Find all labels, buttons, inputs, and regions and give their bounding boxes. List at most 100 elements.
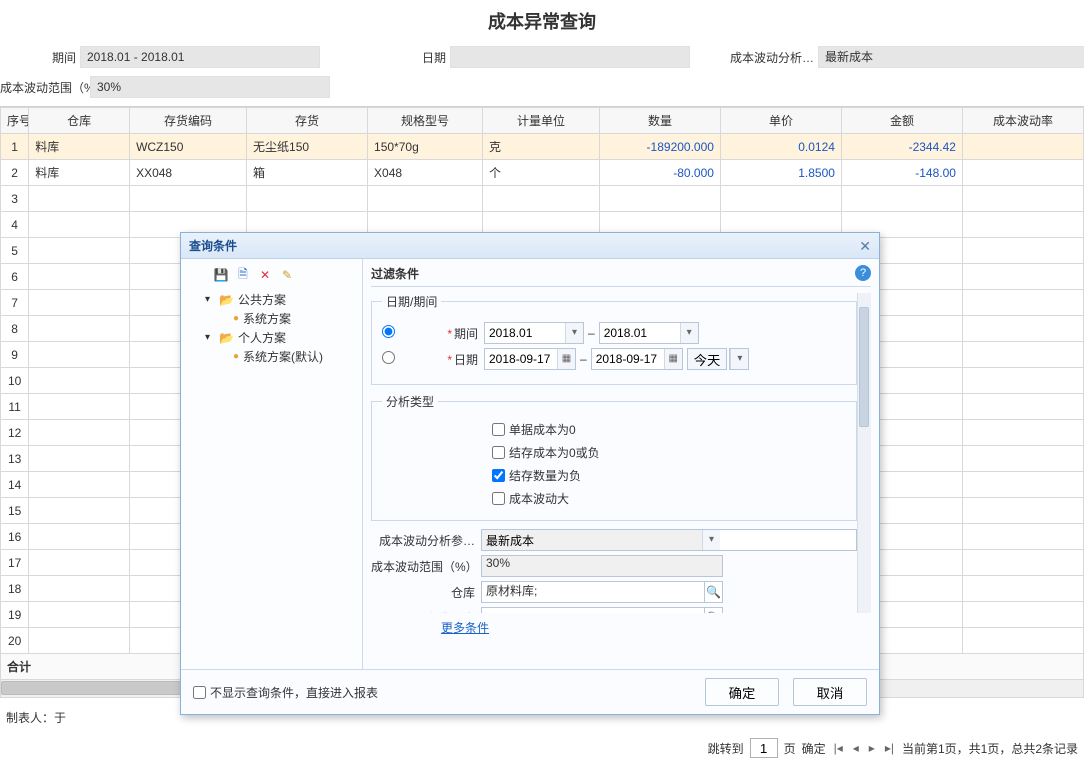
more-conditions-link[interactable]: 更多条件 xyxy=(441,619,489,636)
chevron-down-icon[interactable]: ▾ xyxy=(730,349,748,369)
fieldset-type-legend: 分析类型 xyxy=(382,393,438,410)
col-header[interactable]: 成本波动率 xyxy=(962,108,1083,134)
vertical-scrollbar[interactable] xyxy=(857,293,871,613)
cell: -148.00 xyxy=(841,160,962,186)
cell: WCZ150 xyxy=(130,134,247,160)
cell xyxy=(962,368,1083,394)
cell xyxy=(962,602,1083,628)
lookup-icon[interactable]: 🔍 xyxy=(705,581,723,603)
cell: 15 xyxy=(1,498,29,524)
cell xyxy=(29,628,130,654)
cell: 9 xyxy=(1,342,29,368)
date-field xyxy=(450,46,690,68)
cell xyxy=(29,602,130,628)
chk-doc-zero[interactable] xyxy=(492,423,505,436)
chevron-down-icon[interactable]: ▾ xyxy=(702,530,720,550)
range2-input[interactable]: 30% xyxy=(481,555,723,577)
skip-checkbox[interactable] xyxy=(193,686,206,699)
cell: 7 xyxy=(1,290,29,316)
chk-fluct[interactable] xyxy=(492,492,505,505)
col-header[interactable]: 计量单位 xyxy=(482,108,599,134)
chk-fluct-label: 成本波动大 xyxy=(509,490,569,507)
last-page-icon[interactable]: ▸| xyxy=(883,741,896,755)
cell xyxy=(29,524,130,550)
chevron-down-icon[interactable]: ▾ xyxy=(680,323,698,343)
chevron-down-icon[interactable]: ▾ xyxy=(565,323,583,343)
col-header[interactable]: 仓库 xyxy=(29,108,130,134)
period-lbl: 期间 xyxy=(454,327,478,341)
cell xyxy=(29,394,130,420)
prev-page-icon[interactable]: ◂ xyxy=(851,741,861,755)
col-header[interactable]: 规格型号 xyxy=(368,108,483,134)
cell xyxy=(962,550,1083,576)
cancel-button[interactable]: 取消 xyxy=(793,678,867,706)
date-from-input[interactable] xyxy=(485,349,557,369)
cell xyxy=(962,524,1083,550)
next-page-icon[interactable]: ▸ xyxy=(867,741,877,755)
wh-input[interactable]: 原材料库; xyxy=(481,581,705,603)
goto-confirm[interactable]: 确定 xyxy=(802,740,826,757)
table-row[interactable]: 1料库WCZ150无尘纸150150*70g克-189200.0000.0124… xyxy=(1,134,1084,160)
cell xyxy=(29,186,130,212)
help-icon[interactable]: ? xyxy=(855,265,871,281)
goto-label: 跳转到 xyxy=(708,740,744,757)
filter-tab[interactable]: 过滤条件 xyxy=(371,265,419,282)
calendar-icon[interactable]: ▦ xyxy=(557,349,575,369)
cat-input[interactable] xyxy=(481,607,705,613)
fieldset-date-legend: 日期/期间 xyxy=(382,293,441,310)
cell: 17 xyxy=(1,550,29,576)
delete-icon[interactable]: ✕ xyxy=(257,267,273,283)
col-header[interactable]: 序号 xyxy=(1,108,29,134)
ok-button[interactable]: 确定 xyxy=(705,678,779,706)
today-button[interactable]: 今天 xyxy=(687,348,728,370)
chk-bal-zero[interactable] xyxy=(492,446,505,459)
scheme-tree-panel: 💾 🗎 ✕ ✎ ▾ 📂 公共方案 ● 系统方案 ▾ 📂 个人方案 xyxy=(181,259,363,669)
fieldset-type: 分析类型 单据成本为0 结存成本为0或负 结存数量为负 成本波动大 xyxy=(371,393,857,521)
calendar-icon[interactable]: ▦ xyxy=(664,349,682,369)
tree-public-leaf[interactable]: ● 系统方案 xyxy=(193,310,358,327)
col-header[interactable]: 存货 xyxy=(247,108,368,134)
param-input[interactable] xyxy=(482,530,702,550)
cell: 0.0124 xyxy=(720,134,841,160)
cell: 5 xyxy=(1,238,29,264)
wh-label: 仓库 xyxy=(371,584,481,601)
tree-personal-leaf[interactable]: ● 系统方案(默认) xyxy=(193,348,358,365)
goto-input[interactable] xyxy=(750,738,778,758)
cell xyxy=(962,576,1083,602)
cell xyxy=(29,264,130,290)
cell xyxy=(962,134,1083,160)
analysis-field: 最新成本 xyxy=(818,46,1084,68)
tree-personal-leaf-label: 系统方案(默认) xyxy=(243,348,323,365)
tree-personal[interactable]: ▾ 📂 个人方案 xyxy=(193,327,358,348)
date-radio[interactable] xyxy=(382,351,395,364)
table-row[interactable]: 3 xyxy=(1,186,1084,212)
cell xyxy=(29,290,130,316)
cell: 16 xyxy=(1,524,29,550)
tree-public[interactable]: ▾ 📂 公共方案 xyxy=(193,289,358,310)
edit-icon[interactable]: ✎ xyxy=(279,267,295,283)
cell xyxy=(962,342,1083,368)
close-icon[interactable]: ✕ xyxy=(859,233,871,258)
col-header[interactable]: 数量 xyxy=(599,108,720,134)
period-to-input[interactable] xyxy=(600,323,680,343)
skip-label: 不显示查询条件，直接进入报表 xyxy=(210,684,378,701)
chk-qty-neg-label: 结存数量为负 xyxy=(509,467,581,484)
cell: 20 xyxy=(1,628,29,654)
period-radio[interactable] xyxy=(382,325,395,338)
collapse-icon[interactable]: ▾ xyxy=(205,294,215,305)
col-header[interactable]: 单价 xyxy=(720,108,841,134)
period-from-input[interactable] xyxy=(485,323,565,343)
saveas-icon[interactable]: 🗎 xyxy=(235,267,251,283)
col-header[interactable]: 金额 xyxy=(841,108,962,134)
cell xyxy=(482,186,599,212)
col-header[interactable]: 存货编码 xyxy=(130,108,247,134)
table-row[interactable]: 2料库XX048箱X048个-80.0001.8500-148.00 xyxy=(1,160,1084,186)
cell: 料库 xyxy=(29,134,130,160)
collapse-icon[interactable]: ▾ xyxy=(205,332,215,343)
dialog-title: 查询条件 xyxy=(189,233,237,258)
save-icon[interactable]: 💾 xyxy=(213,267,229,283)
date-to-input[interactable] xyxy=(592,349,664,369)
chk-qty-neg[interactable] xyxy=(492,469,505,482)
lookup-icon[interactable]: 🔍 xyxy=(705,607,723,613)
first-page-icon[interactable]: |◂ xyxy=(832,741,845,755)
